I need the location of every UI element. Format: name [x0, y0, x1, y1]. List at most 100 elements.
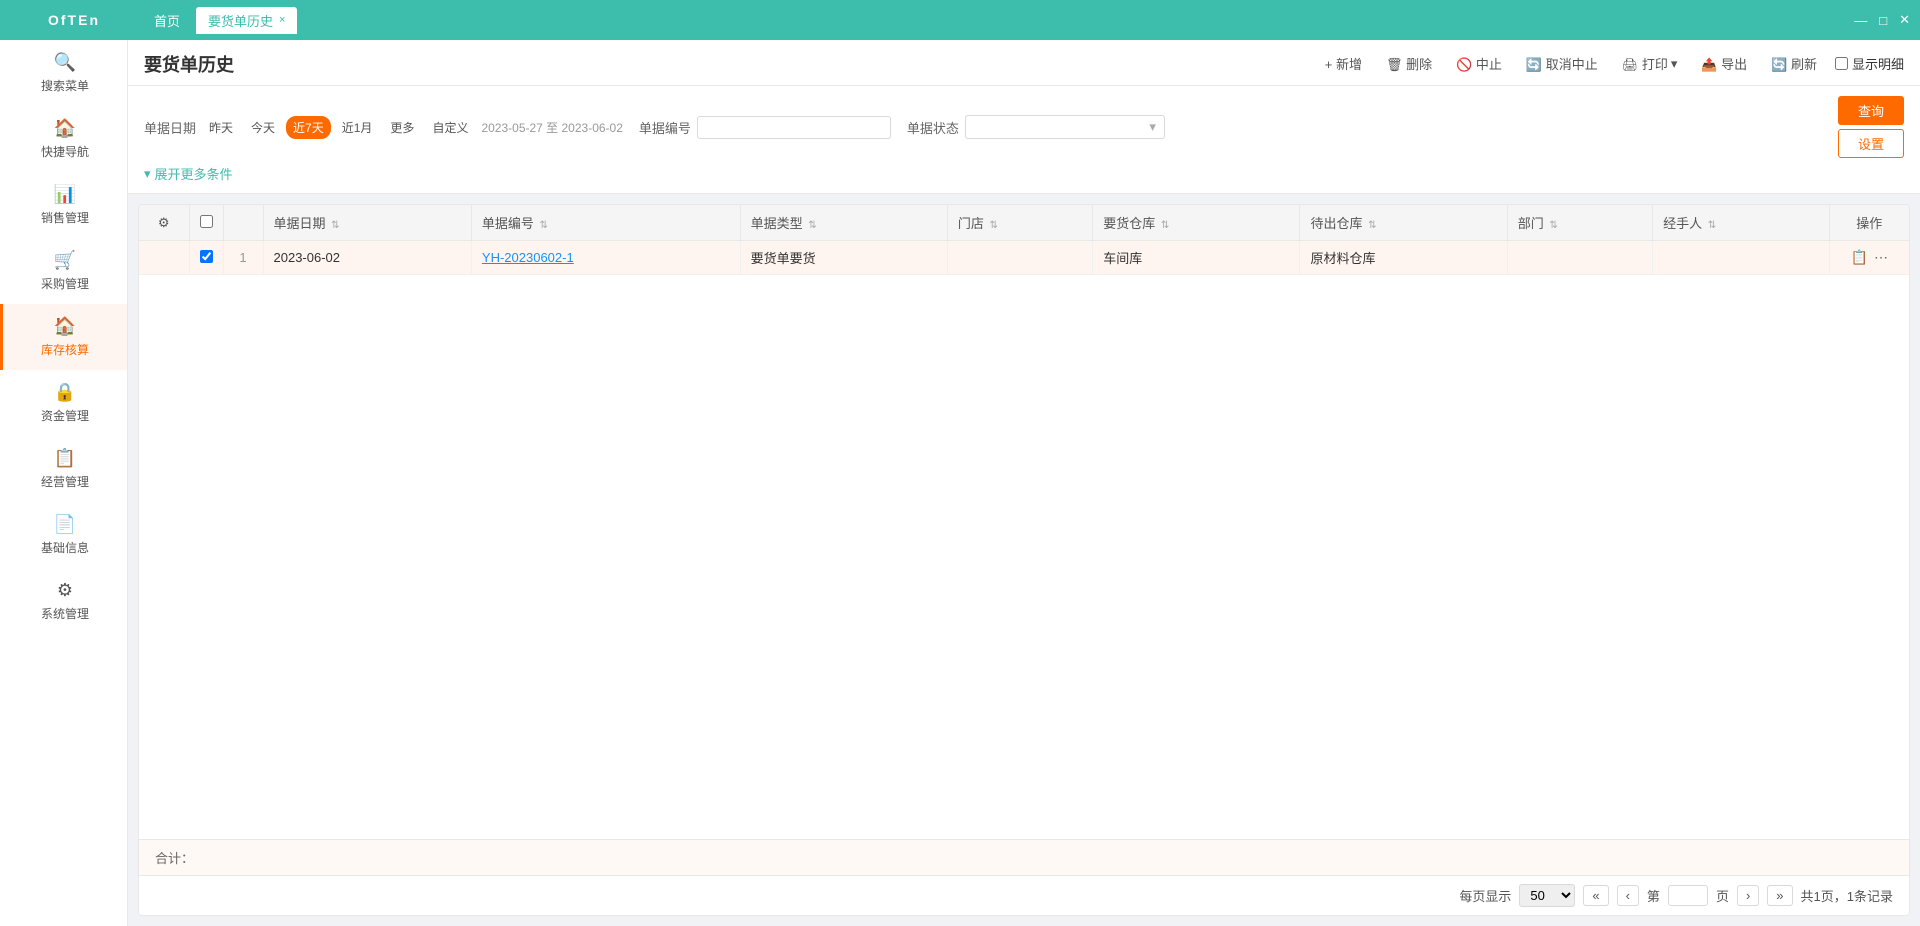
date-btn-more[interactable]: 更多 — [383, 116, 421, 139]
col-store[interactable]: 门店 ⇅ — [947, 205, 1092, 241]
sidebar-item-system-mgmt[interactable]: ⚙ 系统管理 — [0, 568, 127, 634]
status-chevron-icon: ▾ — [1149, 119, 1156, 135]
page-title-row: 要货单历史 + 新增 🗑 删除 🚫 中止 🔄 取消中止 � — [144, 50, 1904, 77]
row-checkbox-cell[interactable] — [189, 241, 223, 275]
sort-handler-icon: ⇅ — [1708, 220, 1716, 231]
sidebar: 🔍 搜索菜单 🏠 快捷导航 📊 销售管理 🛒 采购管理 🏠 库存核算 🔒 资金管… — [0, 40, 128, 926]
sort-doc-date-icon: ⇅ — [331, 220, 339, 231]
col-pending-warehouse[interactable]: 待出仓库 ⇅ — [1300, 205, 1507, 241]
sidebar-item-sales-mgmt[interactable]: 📊 销售管理 — [0, 172, 127, 238]
col-department[interactable]: 部门 ⇅ — [1507, 205, 1652, 241]
prev-page-btn[interactable]: ‹ — [1617, 885, 1639, 906]
top-bar: OfTEn 首页 要货单历史 × — □ ✕ — [0, 0, 1920, 40]
purchase-icon: 🛒 — [54, 250, 76, 271]
tab-requisition-history[interactable]: 要货单历史 × — [196, 7, 297, 34]
row-store — [947, 241, 1092, 275]
show-detail-checkbox[interactable] — [1835, 57, 1848, 70]
table-header-row: ⚙ 单据日期 ⇅ 单据编号 — [139, 205, 1909, 241]
first-page-btn[interactable]: « — [1583, 885, 1608, 906]
edit-icon[interactable]: 📋 — [1851, 249, 1868, 266]
date-btn-yesterday[interactable]: 昨天 — [202, 116, 240, 139]
operations-icon: 📋 — [54, 448, 76, 469]
minimize-btn[interactable]: — — [1854, 13, 1867, 28]
row-doc-number[interactable]: YH-20230602-1 — [471, 241, 740, 275]
date-btn-7days[interactable]: 近7天 — [286, 116, 331, 139]
col-settings[interactable]: ⚙ — [139, 205, 189, 241]
sidebar-item-purchase-mgmt[interactable]: 🛒 采购管理 — [0, 238, 127, 304]
last-page-btn[interactable]: » — [1767, 885, 1792, 906]
row-doc-date: 2023-06-02 — [263, 241, 471, 275]
quick-nav-icon: 🏠 — [54, 118, 76, 139]
row-pending-warehouse: 原材料仓库 — [1300, 241, 1507, 275]
window-controls: — □ ✕ — [1854, 12, 1910, 28]
expand-filters-btn[interactable]: ▾ 展开更多条件 — [144, 164, 1904, 183]
row-doc-type: 要货单要货 — [740, 241, 947, 275]
date-btn-1month[interactable]: 近1月 — [335, 116, 380, 139]
page-title: 要货单历史 — [144, 51, 234, 77]
page-number-input[interactable]: 1 — [1668, 885, 1708, 906]
col-req-warehouse[interactable]: 要货仓库 ⇅ — [1093, 205, 1300, 241]
filter-area: 单据日期 昨天 今天 近7天 近1月 更多 自定义 2023-05-27 至 2… — [128, 86, 1920, 194]
finance-icon: 🔒 — [54, 382, 76, 403]
toolbar: + 新增 🗑 删除 🚫 中止 🔄 取消中止 🖨 打印 ▾ — [1319, 50, 1904, 77]
date-range-btns: 昨天 今天 近7天 近1月 更多 自定义 — [202, 116, 475, 139]
tab-close-icon[interactable]: × — [279, 14, 285, 26]
row-req-warehouse: 车间库 — [1093, 241, 1300, 275]
sidebar-item-operations-mgmt[interactable]: 📋 经营管理 — [0, 436, 127, 502]
search-menu-icon: 🔍 — [54, 52, 76, 73]
total-info: 共1页，1条记录 — [1801, 886, 1893, 905]
status-filter-group: 单据状态 ▾ — [907, 115, 1165, 139]
col-handler[interactable]: 经手人 ⇅ — [1653, 205, 1829, 241]
row-settings — [139, 241, 189, 275]
date-btn-custom[interactable]: 自定义 — [425, 116, 475, 139]
sort-dept-icon: ⇅ — [1549, 220, 1557, 231]
doc-number-label: 单据编号 — [639, 118, 691, 137]
cancel-stop-button[interactable]: 🔄 取消中止 — [1520, 50, 1604, 77]
settings-button[interactable]: 设置 — [1838, 129, 1904, 158]
sort-doc-type-icon: ⇅ — [808, 220, 816, 231]
content-area: 要货单历史 + 新增 🗑 删除 🚫 中止 🔄 取消中止 � — [128, 40, 1920, 926]
pagination: 每页显示 50 10 20 100 « ‹ 第 1 页 › » 共1页，1条记录 — [139, 875, 1909, 915]
more-icon[interactable]: ⋯ — [1874, 249, 1888, 266]
row-checkbox[interactable] — [200, 250, 213, 263]
sort-store-icon: ⇅ — [989, 220, 997, 231]
col-doc-type[interactable]: 单据类型 ⇅ — [740, 205, 947, 241]
date-btn-today[interactable]: 今天 — [244, 116, 282, 139]
main-layout: 🔍 搜索菜单 🏠 快捷导航 📊 销售管理 🛒 采购管理 🏠 库存核算 🔒 资金管… — [0, 40, 1920, 926]
delete-button[interactable]: 🗑 删除 — [1380, 50, 1438, 77]
maximize-btn[interactable]: □ — [1879, 13, 1887, 28]
show-detail-wrap[interactable]: 显示明细 — [1835, 54, 1904, 73]
stop-button[interactable]: 🚫 中止 — [1450, 50, 1508, 77]
basic-info-icon: 📄 — [54, 514, 76, 535]
sales-icon: 📊 — [54, 184, 76, 205]
col-seq — [223, 205, 263, 241]
print-button[interactable]: 🖨 打印 ▾ — [1616, 50, 1684, 77]
select-all-checkbox[interactable] — [200, 215, 213, 228]
export-button[interactable]: 📤 导出 — [1695, 50, 1753, 77]
date-range-text: 2023-05-27 至 2023-06-02 — [481, 119, 622, 136]
action-btns: 查询 设置 — [1838, 96, 1904, 158]
status-select[interactable]: ▾ — [965, 115, 1165, 139]
data-table: ⚙ 单据日期 ⇅ 单据编号 — [139, 205, 1909, 275]
row-department — [1507, 241, 1652, 275]
sidebar-item-inventory-calc[interactable]: 🏠 库存核算 — [0, 304, 127, 370]
row-actions: 📋 ⋯ — [1829, 241, 1909, 275]
doc-number-input[interactable] — [697, 116, 891, 139]
sidebar-item-basic-info[interactable]: 📄 基础信息 — [0, 502, 127, 568]
sidebar-item-quick-nav[interactable]: 🏠 快捷导航 — [0, 106, 127, 172]
refresh-button[interactable]: 🔄 刷新 — [1765, 50, 1823, 77]
col-doc-number[interactable]: 单据编号 ⇅ — [471, 205, 740, 241]
add-button[interactable]: + 新增 — [1319, 50, 1368, 77]
page-size-select[interactable]: 50 10 20 100 — [1519, 884, 1575, 907]
doc-number-filter-group: 单据编号 — [639, 116, 891, 139]
sidebar-item-finance-mgmt[interactable]: 🔒 资金管理 — [0, 370, 127, 436]
col-checkbox[interactable] — [189, 205, 223, 241]
col-doc-date[interactable]: 单据日期 ⇅ — [263, 205, 471, 241]
settings-col-icon: ⚙ — [158, 215, 170, 230]
close-btn[interactable]: ✕ — [1899, 12, 1910, 28]
tab-home[interactable]: 首页 — [142, 7, 192, 34]
inventory-icon: 🏠 — [54, 316, 76, 337]
sidebar-item-search-menu[interactable]: 🔍 搜索菜单 — [0, 40, 127, 106]
next-page-btn[interactable]: › — [1737, 885, 1759, 906]
query-button[interactable]: 查询 — [1838, 96, 1904, 125]
